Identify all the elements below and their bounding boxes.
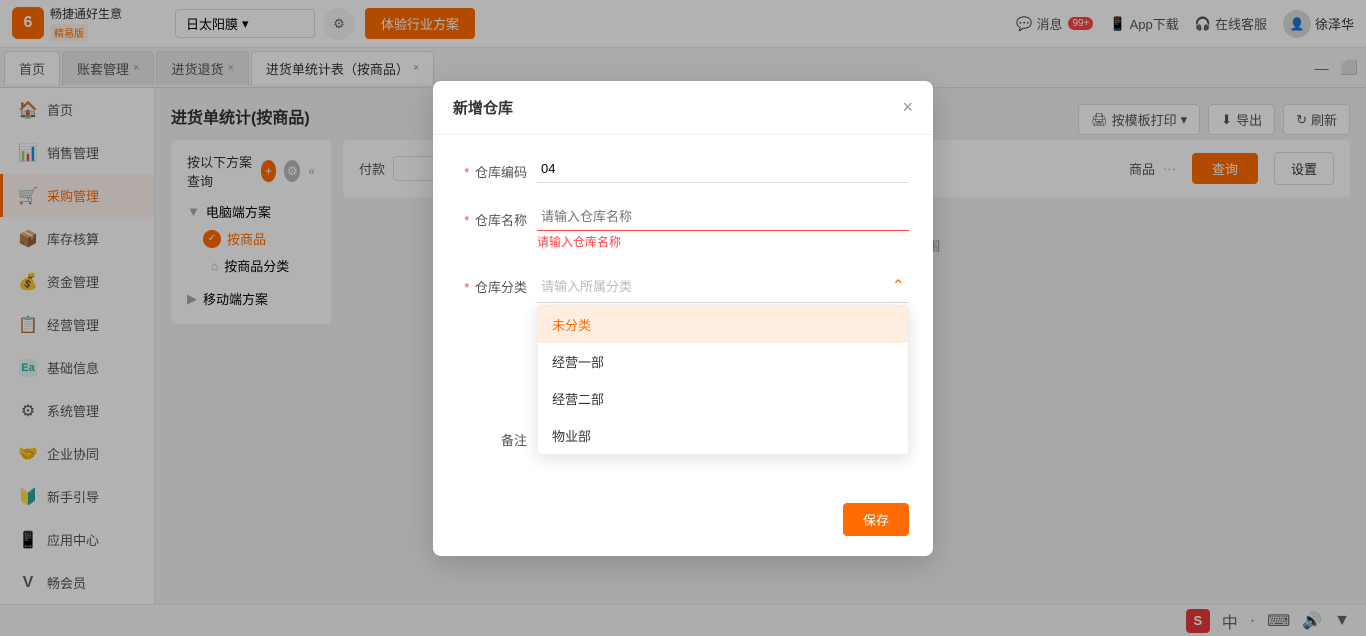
name-label: * 仓库名称 [457,203,537,229]
modal-title: 新增仓库 [453,97,513,118]
code-input-wrap [537,155,909,183]
modal-header: 新增仓库 × [433,81,933,135]
category-dropdown-arrow-icon: ⌃ [892,276,905,296]
name-error-message: 请输入仓库名称 [537,233,909,250]
category-placeholder: 请输入所属分类 [541,276,632,295]
name-field-row: * 仓库名称 请输入仓库名称 [457,203,909,250]
new-warehouse-modal: 新增仓库 × * 仓库编码 * 仓库名称 [433,81,933,556]
dropdown-item-dept2[interactable]: 经营二部 [538,380,908,417]
category-input-wrap: 请输入所属分类 ⌃ 未分类 经营一部 经营二部 [537,270,909,303]
modal-overlay: 新增仓库 × * 仓库编码 * 仓库名称 [0,0,1366,636]
category-field-row: * 仓库分类 请输入所属分类 ⌃ 未分类 经营一部 [457,270,909,303]
dropdown-item-dept1[interactable]: 经营一部 [538,343,908,380]
category-label: * 仓库分类 [457,270,537,296]
modal-body: * 仓库编码 * 仓库名称 请输入仓库名称 [433,135,933,491]
remark-label: 备注 [457,423,537,449]
category-selector[interactable]: 请输入所属分类 ⌃ [537,270,909,303]
modal-close-button[interactable]: × [902,97,913,118]
name-input-wrap: 请输入仓库名称 [537,203,909,250]
code-input[interactable] [537,155,909,183]
code-field-row: * 仓库编码 [457,155,909,183]
modal-footer: 保存 [433,491,933,556]
dropdown-item-uncategorized[interactable]: 未分类 [538,306,908,343]
category-dropdown-list: 未分类 经营一部 经营二部 物业部 [537,305,909,455]
dropdown-item-property[interactable]: 物业部 [538,417,908,454]
save-button[interactable]: 保存 [843,503,909,536]
code-label: * 仓库编码 [457,155,537,181]
name-input[interactable] [537,203,909,231]
